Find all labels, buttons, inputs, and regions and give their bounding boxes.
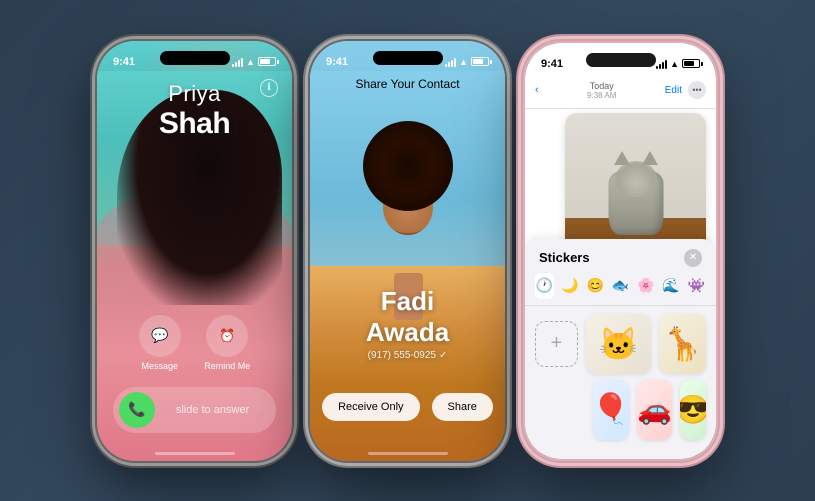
giraffe-sticker[interactable]: 🦒: [659, 314, 706, 374]
phone-answer-icon: 📞: [128, 401, 145, 418]
balloon-sticker[interactable]: 🎈: [593, 380, 629, 440]
fadi-phone-number: (917) 555-0925 ✓: [310, 350, 505, 361]
verified-icon: ✓: [439, 350, 447, 361]
stickers-tabs: 🕐 🌙 😊 🐟 🌸 🌊 👾: [525, 273, 716, 306]
caller-last-name: Shah: [97, 107, 292, 141]
cool-cat-sticker[interactable]: 😎: [680, 380, 706, 440]
cat-head: [615, 161, 657, 197]
recents-tab[interactable]: 🕐: [535, 273, 554, 299]
dark-theme-tab[interactable]: 🌙: [560, 273, 579, 299]
phone2-screen: 9:41 ▲ Share Your Co: [310, 41, 505, 461]
share-contact-label: Share Your Contact: [355, 77, 459, 91]
phone2-caller-name: Fadi Awada (917) 555-0925 ✓: [310, 286, 505, 361]
signal-icon-2: [445, 57, 456, 67]
signal-icon-1: [232, 57, 243, 67]
emoji-tab[interactable]: 😊: [586, 273, 605, 299]
phone1-statusbar: 9:41 ▲: [97, 41, 292, 77]
message-icon: 💬: [151, 327, 168, 344]
fadi-first-name: Fadi: [310, 286, 505, 317]
chat-time: 9:38 AM: [587, 91, 616, 100]
balloon-sticker-emoji: 🎈: [593, 392, 629, 427]
phone3-status-icons: ▲: [656, 59, 700, 69]
chevron-left-icon: ‹: [535, 84, 539, 96]
cat-ear-left: [614, 151, 630, 165]
cool-cat-sticker-emoji: 😎: [680, 393, 706, 426]
message-circle: 💬: [139, 315, 181, 357]
remind-label: Remind Me: [204, 361, 250, 371]
stickers-panel: Stickers ✕ 🕐 🌙 😊 🐟 🌸 🌊 👾 +: [525, 239, 716, 459]
battery-icon-3: [682, 59, 700, 68]
fadi-last-name: Awada: [310, 317, 505, 348]
stickers-header: Stickers ✕: [525, 239, 716, 273]
phone2-smile: [395, 223, 421, 235]
receive-only-button[interactable]: Receive Only: [322, 393, 419, 421]
info-icon[interactable]: ℹ: [260, 79, 278, 97]
battery-icon-1: [258, 57, 276, 66]
phone1-time: 9:41: [113, 56, 135, 68]
share-contact-header: Share Your Contact: [310, 77, 505, 91]
phone3-time: 9:41: [541, 58, 563, 70]
stickers-close-button[interactable]: ✕: [684, 249, 702, 267]
more-options-button[interactable]: •••: [688, 81, 706, 99]
car-sticker-emoji: 🚗: [637, 393, 672, 426]
phone3: 9:41 ▲ ‹: [523, 41, 718, 461]
phone3-topbar: ‹ Today 9:38 AM Edit •••: [525, 73, 716, 109]
chat-header: Today 9:38 AM: [587, 81, 616, 100]
wifi-icon-3: ▲: [670, 59, 679, 69]
phone1-screen: 9:41 ▲ Priya: [97, 41, 292, 461]
add-sticker-button[interactable]: +: [535, 321, 578, 367]
cat-ear-right: [642, 151, 658, 165]
custom-tab1[interactable]: 🌊: [661, 273, 680, 299]
phone2: 9:41 ▲ Share Your Co: [310, 41, 505, 461]
wifi-icon-2: ▲: [459, 57, 468, 67]
giraffe-sticker-emoji: 🦒: [663, 325, 703, 363]
message-label: Message: [141, 361, 178, 371]
home-indicator-2: [368, 452, 448, 455]
stickers-row1: + 🐱 🦒: [525, 306, 716, 374]
signal-icon-3: [656, 59, 667, 69]
cat-sticker-emoji: 🐱: [599, 325, 639, 363]
phone2-afro: [363, 121, 453, 211]
phone3-wrapper: 9:41 ▲ ‹: [523, 41, 718, 461]
phone2-status-icons: ▲: [445, 57, 489, 67]
wifi-icon-1: ▲: [246, 57, 255, 67]
share-button[interactable]: Share: [432, 393, 493, 421]
custom-tab2[interactable]: 👾: [687, 273, 706, 299]
phone2-statusbar: 9:41 ▲: [310, 41, 505, 77]
colorful-tab[interactable]: 🌸: [636, 273, 655, 299]
message-action[interactable]: 💬 Message: [139, 315, 181, 371]
battery-icon-2: [471, 57, 489, 66]
remind-icon: ⏰: [219, 328, 235, 344]
phone2-time: 9:41: [326, 56, 348, 68]
phone1-wrapper: 9:41 ▲ Priya: [97, 41, 292, 461]
slide-to-answer-text: slide to answer: [155, 404, 270, 416]
phone3-screen: 9:41 ▲ ‹: [525, 43, 716, 459]
phone2-buttons: Receive Only Share: [310, 393, 505, 421]
back-button[interactable]: ‹: [535, 84, 539, 96]
stickers-title: Stickers: [539, 250, 590, 265]
edit-button[interactable]: Edit: [665, 85, 682, 96]
chat-right-actions: Edit •••: [665, 81, 706, 99]
car-sticker[interactable]: 🚗: [637, 380, 673, 440]
phone1: 9:41 ▲ Priya: [97, 41, 292, 461]
phone1-actions: 💬 Message ⏰ Remind Me: [97, 315, 292, 371]
phone1-status-icons: ▲: [232, 57, 276, 67]
answer-bar[interactable]: 📞 slide to answer: [113, 387, 276, 433]
answer-button[interactable]: 📞: [119, 392, 155, 428]
remind-action[interactable]: ⏰ Remind Me: [204, 315, 250, 371]
cat-sticker[interactable]: 🐱: [586, 314, 651, 374]
chat-date: Today: [587, 81, 616, 91]
phone2-wrapper: 9:41 ▲ Share Your Co: [310, 41, 505, 461]
remind-circle: ⏰: [206, 315, 248, 357]
animal-tab[interactable]: 🐟: [611, 273, 630, 299]
home-indicator-1: [155, 452, 235, 455]
stickers-row2: 🎈 🚗 😎: [583, 374, 716, 440]
